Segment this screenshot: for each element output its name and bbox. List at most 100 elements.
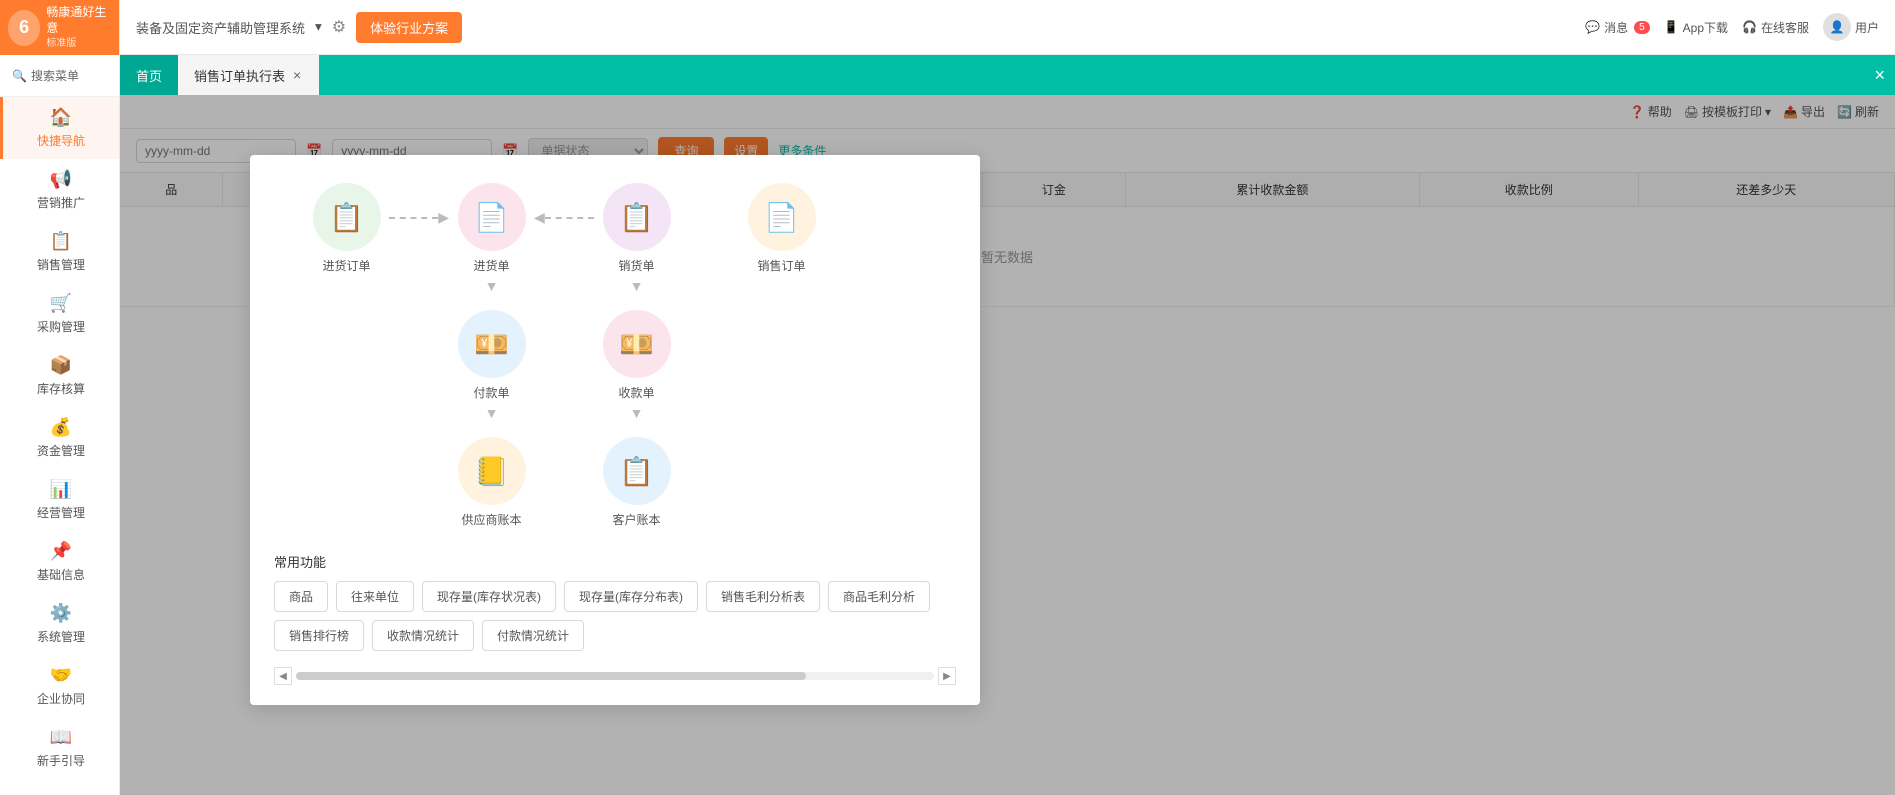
arrow-left-sales: ◀ — [534, 209, 594, 226]
flow-modal: 📋 进货订单 ▶ 📄 进货单 ▼ — [250, 155, 980, 705]
fn-sales-rank-button[interactable]: 销售排行榜 — [274, 620, 364, 651]
message-badge: 5 — [1634, 21, 1650, 34]
fn-buttons-row2: 销售排行榜 收款情况统计 付款情况统计 — [274, 620, 956, 651]
pin-icon: 📌 — [50, 541, 72, 562]
flow-cell-empty-r2c3 — [709, 429, 854, 536]
tab-home[interactable]: 首页 — [120, 55, 178, 95]
avatar-image: 👤 — [1823, 13, 1851, 41]
customer-account-icon: 📋 — [603, 437, 671, 505]
scrollbar-track — [296, 672, 934, 680]
flow-modal-overlay: 📋 进货订单 ▶ 📄 进货单 ▼ — [120, 95, 1895, 795]
topbar: 装备及固定资产辅助管理系统 ▾ ⚙ 体验行业方案 💬 消息 5 📱 App下载 … — [120, 0, 1895, 55]
purchase-bill-icon: 📄 — [458, 183, 526, 251]
book-icon: 📖 — [50, 727, 72, 748]
arrow-down-receipt: ▼ — [630, 405, 644, 421]
arrow-down-purchase: ▼ — [485, 278, 499, 294]
flow-cell-sales-bill: 📋 销货单 ◀ ▼ — [564, 175, 709, 302]
flow-cell-receipt-bill: 💴 收款单 ▼ — [564, 302, 709, 429]
sales-order-label: 销售订单 — [757, 257, 805, 274]
purchase-order-label: 进货订单 — [322, 257, 370, 274]
handshake-icon: 🤝 — [50, 665, 72, 686]
fn-inventory-dist-button[interactable]: 现存量(库存分布表) — [564, 581, 698, 612]
common-functions-title: 常用功能 — [274, 552, 956, 571]
purchase-order-icon: 📋 — [313, 183, 381, 251]
message-icon: 💬 — [1585, 20, 1600, 34]
sidebar-item-newbie[interactable]: 📖 新手引导 — [0, 717, 119, 779]
arrow-down-payment: ▼ — [485, 405, 499, 421]
payment-bill-label: 付款单 — [473, 384, 509, 401]
fn-sales-margin-button[interactable]: 销售毛利分析表 — [706, 581, 820, 612]
search-menu-button[interactable]: 🔍 搜索菜单 — [8, 63, 111, 88]
settings-button[interactable]: ⚙ — [332, 17, 346, 37]
sidebar-item-basic[interactable]: 📌 基础信息 — [0, 531, 119, 593]
customer-account-label: 客户账本 — [612, 511, 660, 528]
flow-cell-customer-account: 📋 客户账本 — [564, 429, 709, 536]
home-icon: 🏠 — [50, 107, 72, 128]
sales-bill-icon: 📋 — [603, 183, 671, 251]
supplier-account-label: 供应商账本 — [461, 511, 521, 528]
trial-button[interactable]: 体验行业方案 — [356, 12, 462, 43]
system-dropdown-button[interactable]: ▾ — [315, 19, 322, 35]
sidebar-item-finance[interactable]: 💰 资金管理 — [0, 407, 119, 469]
purchase-bill-label: 进货单 — [473, 257, 509, 274]
message-button[interactable]: 💬 消息 5 — [1585, 19, 1650, 36]
flow-cell-supplier-account: 📒 供应商账本 — [419, 429, 564, 536]
payment-bill-icon: 💴 — [458, 310, 526, 378]
app-download-button[interactable]: 📱 App下载 — [1664, 19, 1728, 36]
fn-receipt-stats-button[interactable]: 收款情况统计 — [372, 620, 474, 651]
flow-cell-purchase-order: 📋 进货订单 ▶ — [274, 175, 419, 302]
sales-bill-label: 销货单 — [618, 257, 654, 274]
fn-product-button[interactable]: 商品 — [274, 581, 328, 612]
system-name: 装备及固定资产辅助管理系统 — [136, 18, 305, 37]
receipt-bill-label: 收款单 — [618, 384, 654, 401]
sidebar-nav: 🏠 快捷导航 📢 营销推广 📋 销售管理 🛒 采购管理 📦 库存核算 💰 资金管… — [0, 97, 119, 795]
search-icon: 🔍 — [12, 69, 27, 83]
sidebar: 6 畅康通好生意 标准版 🔍 搜索菜单 🏠 快捷导航 📢 营销推广 📋 销售管理… — [0, 0, 120, 795]
main-content: 装备及固定资产辅助管理系统 ▾ ⚙ 体验行业方案 💬 消息 5 📱 App下载 … — [120, 0, 1895, 795]
fn-product-margin-button[interactable]: 商品毛利分析 — [828, 581, 930, 612]
flow-cell-empty-r1c3 — [709, 302, 854, 429]
tab-bar-close-button[interactable]: × — [1874, 65, 1885, 86]
logo-text: 畅康通好生意 标准版 — [46, 5, 111, 49]
online-service-button[interactable]: 🎧 在线客服 — [1742, 19, 1809, 36]
fn-payment-stats-button[interactable]: 付款情况统计 — [482, 620, 584, 651]
fn-counterparty-button[interactable]: 往来单位 — [336, 581, 414, 612]
modal-scrollbar: ◀ ▶ — [274, 667, 956, 685]
flow-cell-empty-r1c0 — [274, 302, 419, 429]
common-functions-section: 常用功能 商品 往来单位 现存量(库存状况表) 现存量(库存分布表) 销售毛利分… — [274, 552, 956, 651]
sidebar-item-inventory[interactable]: 📦 库存核算 — [0, 345, 119, 407]
flow-cell-empty-r2c0 — [274, 429, 419, 536]
arrow-down-sales: ▼ — [630, 278, 644, 294]
sidebar-item-quick-nav[interactable]: 🏠 快捷导航 — [0, 97, 119, 159]
receipt-bill-icon: 💴 — [603, 310, 671, 378]
tab-sales-order-exec[interactable]: 销售订单执行表 × — [178, 55, 319, 95]
content-area: ❓ 帮助 🖨 按模板打印 ▾ 📤 导出 🔄 刷新 📅 📅 — [120, 95, 1895, 795]
sidebar-item-marketing[interactable]: 📢 营销推广 — [0, 159, 119, 221]
sidebar-item-enterprise[interactable]: 🤝 企业协同 — [0, 655, 119, 717]
headset-icon: 🎧 — [1742, 20, 1757, 34]
scroll-left-button[interactable]: ◀ — [274, 667, 292, 685]
sidebar-item-business[interactable]: 📊 经营管理 — [0, 469, 119, 531]
user-avatar[interactable]: 👤 用户 — [1823, 13, 1879, 41]
supplier-account-icon: 📒 — [458, 437, 526, 505]
topbar-right: 💬 消息 5 📱 App下载 🎧 在线客服 👤 用户 — [1585, 13, 1879, 41]
cart-icon: 🛒 — [50, 293, 72, 314]
fn-inventory-status-button[interactable]: 现存量(库存状况表) — [422, 581, 556, 612]
tabbar: 首页 销售订单执行表 × × — [120, 55, 1895, 95]
logo-icon: 6 — [8, 10, 40, 46]
phone-icon: 📱 — [1664, 20, 1679, 34]
flow-cell-purchase-bill: 📄 进货单 ▼ — [419, 175, 564, 302]
sidebar-logo: 6 畅康通好生意 标准版 — [0, 0, 119, 55]
sidebar-item-sales[interactable]: 📋 销售管理 — [0, 221, 119, 283]
gear-icon: ⚙️ — [50, 603, 72, 624]
fn-buttons-row1: 商品 往来单位 现存量(库存状况表) 现存量(库存分布表) 销售毛利分析表 商品… — [274, 581, 956, 612]
flow-diagram: 📋 进货订单 ▶ 📄 进货单 ▼ — [274, 175, 956, 536]
box-icon: 📦 — [50, 355, 72, 376]
sales-order-icon: 📄 — [748, 183, 816, 251]
scroll-right-button[interactable]: ▶ — [938, 667, 956, 685]
megaphone-icon: 📢 — [50, 169, 72, 190]
sidebar-item-system[interactable]: ⚙️ 系统管理 — [0, 593, 119, 655]
sidebar-item-purchase[interactable]: 🛒 采购管理 — [0, 283, 119, 345]
flow-cell-payment-bill: 💴 付款单 ▼ — [419, 302, 564, 429]
tab-close-button[interactable]: × — [291, 67, 303, 83]
